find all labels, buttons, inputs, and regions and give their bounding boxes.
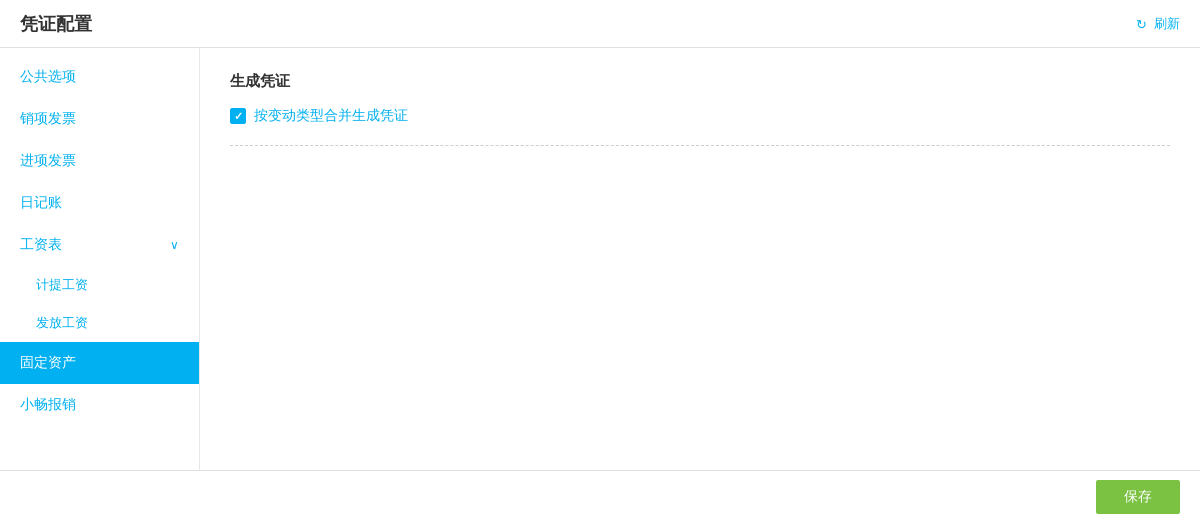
page-wrapper: 凭证配置 ↻ 刷新 公共选项 销项发票 进项发票 日记账 工资表 ∨: [0, 0, 1200, 522]
footer: 保存: [0, 470, 1200, 522]
sidebar-item-journal[interactable]: 日记账: [0, 182, 199, 224]
checkbox-label: 按变动类型合并生成凭证: [254, 107, 408, 125]
sidebar-item-label: 固定资产: [20, 354, 76, 372]
body: 公共选项 销项发票 进项发票 日记账 工资表 ∨ 计提工资 发放工资 固定资: [0, 48, 1200, 470]
refresh-icon: ↻: [1136, 17, 1150, 31]
sidebar-item-payroll-pay[interactable]: 发放工资: [0, 304, 199, 342]
sidebar-item-label: 公共选项: [20, 68, 76, 86]
section-title: 生成凭证: [230, 72, 1170, 91]
divider: [230, 145, 1170, 146]
merge-checkbox[interactable]: ✓: [230, 108, 246, 124]
sidebar-subitem-label: 发放工资: [36, 315, 88, 330]
sidebar-item-payroll-calc[interactable]: 计提工资: [0, 266, 199, 304]
chevron-down-icon: ∨: [170, 238, 179, 252]
sidebar-item-purchase-invoice[interactable]: 进项发票: [0, 140, 199, 182]
sidebar-item-label: 小畅报销: [20, 396, 76, 414]
main-content: 生成凭证 ✓ 按变动类型合并生成凭证: [200, 48, 1200, 470]
sidebar-item-fixed-assets[interactable]: 固定资产: [0, 342, 199, 384]
header: 凭证配置 ↻ 刷新: [0, 0, 1200, 48]
sidebar-item-label: 日记账: [20, 194, 62, 212]
sidebar-item-payroll[interactable]: 工资表 ∨: [0, 224, 199, 266]
sidebar-item-sales-invoice[interactable]: 销项发票: [0, 98, 199, 140]
check-mark-icon: ✓: [234, 110, 243, 123]
sidebar-item-label: 进项发票: [20, 152, 76, 170]
sidebar: 公共选项 销项发票 进项发票 日记账 工资表 ∨ 计提工资 发放工资 固定资: [0, 48, 200, 470]
sidebar-subitem-label: 计提工资: [36, 277, 88, 292]
save-button[interactable]: 保存: [1096, 480, 1180, 514]
sidebar-item-expense[interactable]: 小畅报销: [0, 384, 199, 426]
refresh-label: 刷新: [1154, 15, 1180, 33]
sidebar-item-label: 销项发票: [20, 110, 76, 128]
page-title: 凭证配置: [20, 12, 92, 36]
checkbox-row: ✓ 按变动类型合并生成凭证: [230, 107, 1170, 125]
sidebar-item-label: 工资表: [20, 236, 62, 254]
sidebar-item-public[interactable]: 公共选项: [0, 56, 199, 98]
refresh-button[interactable]: ↻ 刷新: [1136, 15, 1180, 33]
